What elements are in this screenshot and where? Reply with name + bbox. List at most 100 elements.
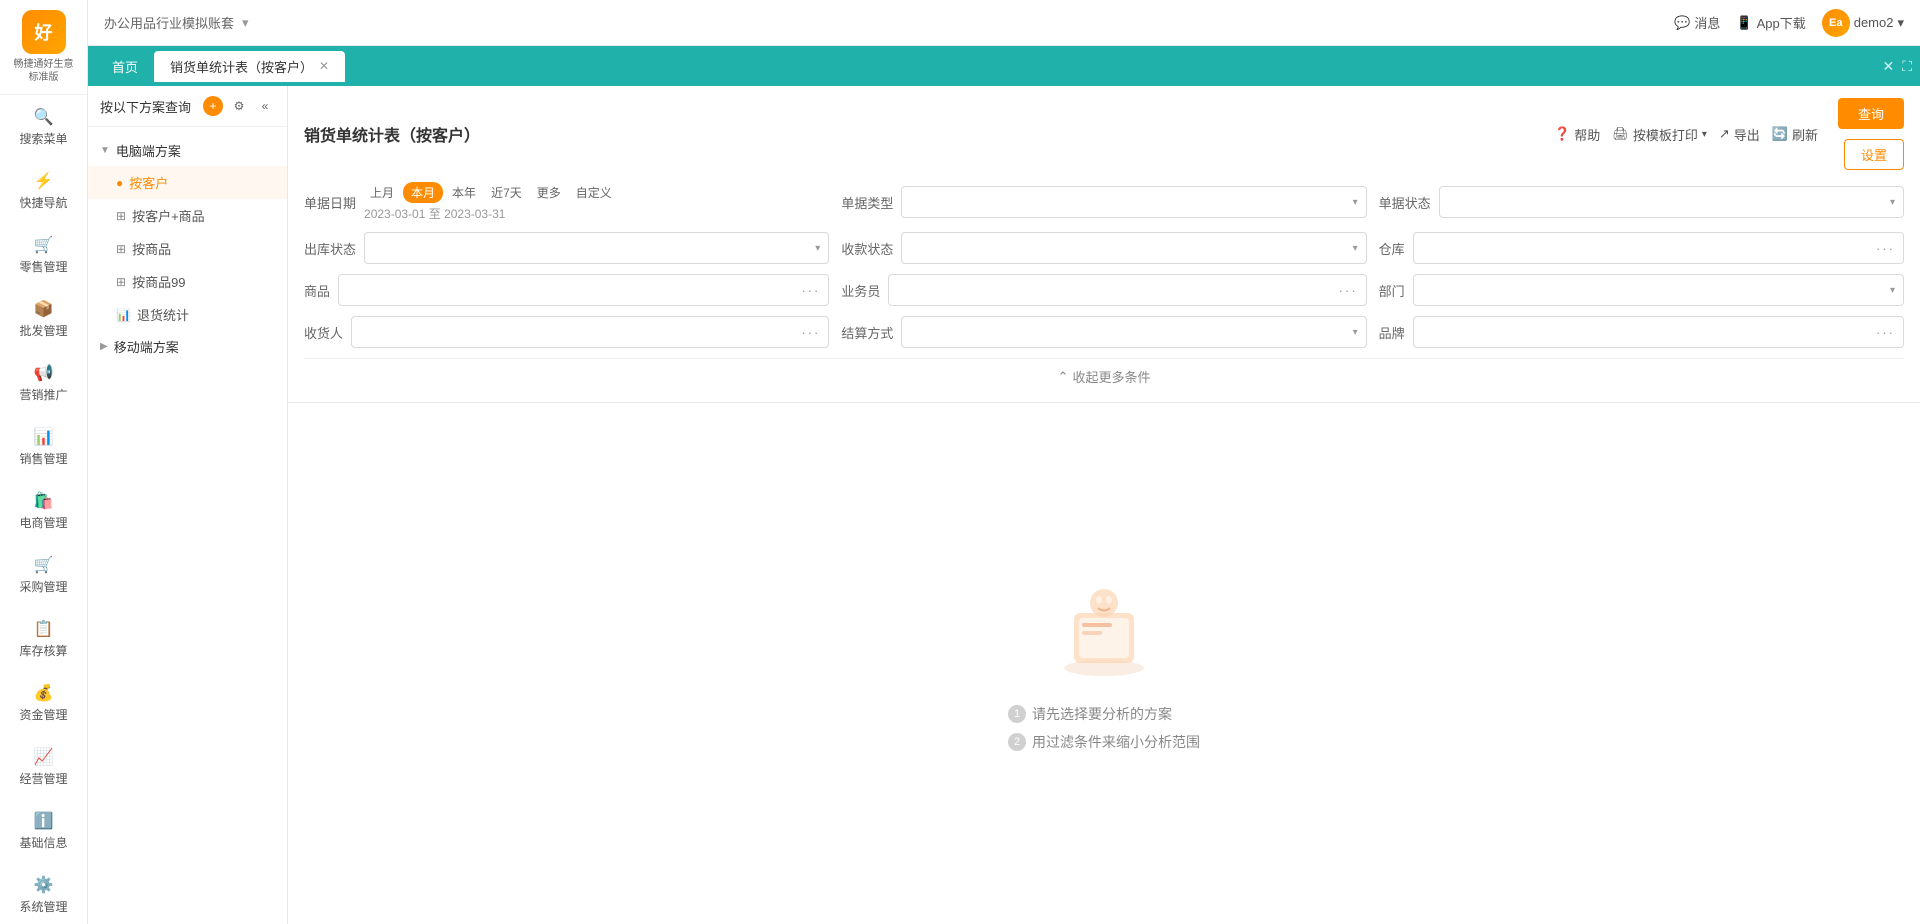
scheme-item-return-stat[interactable]: 📊 退货统计 xyxy=(88,298,287,331)
sidebar-item-ecommerce[interactable]: 🛍️电商管理 xyxy=(19,479,67,543)
date-tab-this-month[interactable]: 本月 xyxy=(403,182,443,203)
chevron-down-icon3: ▾ xyxy=(815,243,820,254)
ecommerce-icon: 🛍️ xyxy=(34,491,54,511)
filter-title-row: 销货单统计表（按客户） ❓ 帮助 🖨 按模板打印 ▾ ↗ xyxy=(304,98,1904,170)
help-btn[interactable]: ❓ 帮助 xyxy=(1554,125,1600,144)
empty-illustration xyxy=(1044,568,1164,688)
sidebar-item-inventory[interactable]: 📋库存核算 xyxy=(19,607,67,671)
settlement-dropdown[interactable]: ▾ xyxy=(901,316,1366,348)
out-status-dropdown[interactable]: ▾ xyxy=(364,232,829,264)
quick-nav-icon: ⚡ xyxy=(34,171,54,191)
sidebar-item-basic-info[interactable]: ℹ️基础信息 xyxy=(19,799,67,863)
refresh-btn[interactable]: 🔄 刷新 xyxy=(1772,125,1818,144)
date-tab-last-month[interactable]: 上月 xyxy=(364,182,400,203)
basic-info-icon: ℹ️ xyxy=(34,811,54,831)
tab-home-label: 首页 xyxy=(112,57,138,76)
tree-group-desktop: ▼ 电脑端方案 ● 按客户 ⊞ 按客户+商品 ⊞ 按商品 xyxy=(88,135,287,331)
date-tab-this-year[interactable]: 本年 xyxy=(446,182,482,203)
header-left: 办公用品行业模拟账套 ▾ xyxy=(104,13,249,32)
tree-group-mobile: ▶ 移动端方案 xyxy=(88,331,287,362)
filter-main: 销货单统计表（按客户） ❓ 帮助 🖨 按模板打印 ▾ ↗ xyxy=(288,86,1920,924)
user-profile[interactable]: Ea demo2 ▾ xyxy=(1822,9,1904,37)
collapse-scheme-btn[interactable]: « xyxy=(255,96,275,116)
sidebar-label-system: 系统管理 xyxy=(19,898,67,915)
app-logo: 好 畅捷通好生意 标准版 xyxy=(0,0,87,95)
chevron-down-icon4: ▾ xyxy=(1353,243,1358,254)
scheme-item-by-customer-product[interactable]: ⊞ 按客户+商品 xyxy=(88,199,287,232)
receiver-picker[interactable]: ··· xyxy=(351,316,829,348)
edit-scheme-btn[interactable]: ⚙ xyxy=(229,96,249,116)
sidebar-label-marketing: 营销推广 xyxy=(19,386,67,403)
payment-status-dropdown[interactable]: ▾ xyxy=(901,232,1366,264)
top-header: 办公用品行业模拟账套 ▾ 💬 消息 📱 App下载 Ea demo2 ▾ xyxy=(88,0,1920,46)
scheme-panel: 按以下方案查询 + ⚙ « ▼ 电脑端方案 ● 按客户 xyxy=(88,86,288,924)
sidebar-item-sales-mgmt[interactable]: 📊销售管理 xyxy=(19,415,67,479)
messages-btn[interactable]: 💬 消息 xyxy=(1674,13,1720,32)
brand-picker[interactable]: ··· xyxy=(1413,316,1904,348)
scheme-item-by-customer[interactable]: ● 按客户 xyxy=(88,166,287,199)
tab-close-icon[interactable]: ✕ xyxy=(319,59,329,73)
filter-department-field: 部门 ▾ xyxy=(1379,274,1904,306)
tab-expand-area: ✕ ⛶ xyxy=(1882,58,1912,75)
retail-mgmt-icon: 🛒 xyxy=(34,235,54,255)
add-scheme-btn[interactable]: + xyxy=(203,96,223,116)
sidebar-label-sales-mgmt: 销售管理 xyxy=(19,450,67,467)
sidebar-item-quick-nav[interactable]: ⚡快捷导航 xyxy=(19,159,67,223)
tab-home[interactable]: 首页 xyxy=(96,51,154,82)
sidebar-item-retail-mgmt[interactable]: 🛒零售管理 xyxy=(19,223,67,287)
filter-header: 销货单统计表（按客户） ❓ 帮助 🖨 按模板打印 ▾ ↗ xyxy=(288,86,1920,403)
filter-settlement-field: 结算方式 ▾ xyxy=(841,316,1366,348)
sidebar-item-wholesale-mgmt[interactable]: 📦批发管理 xyxy=(19,287,67,351)
collapse-bar[interactable]: ⌃ 收起更多条件 xyxy=(304,358,1904,394)
logo-text: 畅捷通好生意 标准版 xyxy=(14,58,74,84)
department-dropdown[interactable]: ▾ xyxy=(1413,274,1904,306)
more-icon: ··· xyxy=(1876,241,1895,256)
scheme-item-by-product[interactable]: ⊞ 按商品 xyxy=(88,232,287,265)
empty-tips: 1 请先选择要分析的方案 2 用过滤条件来缩小分析范围 xyxy=(1008,704,1200,760)
template-print-btn[interactable]: 🖨 按模板打印 ▾ xyxy=(1612,125,1707,144)
scheme-item-by-product-99[interactable]: ⊞ 按商品99 xyxy=(88,265,287,298)
item-label-product99: 按商品99 xyxy=(132,272,185,291)
item-icon-cust-prod: ⊞ xyxy=(116,209,126,223)
item-label-by-customer: 按客户 xyxy=(129,173,168,192)
export-btn[interactable]: ↗ 导出 xyxy=(1719,125,1760,144)
tab-sales-stat[interactable]: 销货单统计表（按客户） ✕ xyxy=(154,51,345,82)
sidebar-item-search-menu[interactable]: 🔍搜索菜单 xyxy=(19,95,67,159)
product-picker[interactable]: ··· xyxy=(338,274,829,306)
maximize-icon[interactable]: ⛶ xyxy=(1902,58,1912,75)
date-tab-custom[interactable]: 自定义 xyxy=(570,182,618,203)
header-dropdown-icon[interactable]: ▾ xyxy=(242,15,249,31)
sidebar-item-marketing[interactable]: 📢营销推广 xyxy=(19,351,67,415)
date-tab-7days[interactable]: 近7天 xyxy=(485,182,528,203)
tab-sales-label: 销货单统计表（按客户） xyxy=(170,57,313,76)
sidebar-item-purchase-mgmt[interactable]: 🛒采购管理 xyxy=(19,543,67,607)
date-range-display: 2023-03-01 至 2023-03-31 xyxy=(364,205,829,222)
help-icon: ❓ xyxy=(1554,126,1570,142)
date-tab-more[interactable]: 更多 xyxy=(531,182,567,203)
filter-salesperson-field: 业务员 ··· xyxy=(841,274,1366,306)
header-right: 💬 消息 📱 App下载 Ea demo2 ▾ xyxy=(1674,9,1904,37)
filter-brand-field: 品牌 ··· xyxy=(1379,316,1904,348)
tree-group-mobile-header[interactable]: ▶ 移动端方案 xyxy=(88,331,287,362)
filter-out-status-field: 出库状态 ▾ xyxy=(304,232,829,264)
tree-group-desktop-header[interactable]: ▼ 电脑端方案 xyxy=(88,135,287,166)
salesperson-more-icon: ··· xyxy=(1339,283,1358,298)
item-label-return: 退货统计 xyxy=(137,305,189,324)
empty-state: 1 请先选择要分析的方案 2 用过滤条件来缩小分析范围 xyxy=(288,403,1920,924)
sidebar-item-finance[interactable]: 💰资金管理 xyxy=(19,671,67,735)
avatar: Ea xyxy=(1822,9,1850,37)
query-btn[interactable]: 查询 xyxy=(1838,98,1904,129)
sidebar-item-operation[interactable]: 📈经营管理 xyxy=(19,735,67,799)
message-icon: 💬 xyxy=(1674,15,1690,31)
arrow-right-icon: ▶ xyxy=(100,341,108,352)
sidebar-item-system[interactable]: ⚙️系统管理 xyxy=(19,863,67,924)
doc-type-dropdown[interactable]: ▾ xyxy=(901,186,1366,218)
doc-status-dropdown[interactable]: ▾ xyxy=(1439,186,1904,218)
salesperson-picker[interactable]: ··· xyxy=(888,274,1366,306)
warehouse-picker[interactable]: ··· xyxy=(1413,232,1904,264)
search-menu-icon: 🔍 xyxy=(34,107,54,127)
sidebar: 好 畅捷通好生意 标准版 🔍搜索菜单⚡快捷导航🛒零售管理📦批发管理📢营销推广📊销… xyxy=(0,0,88,924)
app-download-btn[interactable]: 📱 App下载 xyxy=(1736,13,1805,32)
settings-btn[interactable]: 设置 xyxy=(1844,139,1904,170)
close-window-icon[interactable]: ✕ xyxy=(1882,58,1894,75)
